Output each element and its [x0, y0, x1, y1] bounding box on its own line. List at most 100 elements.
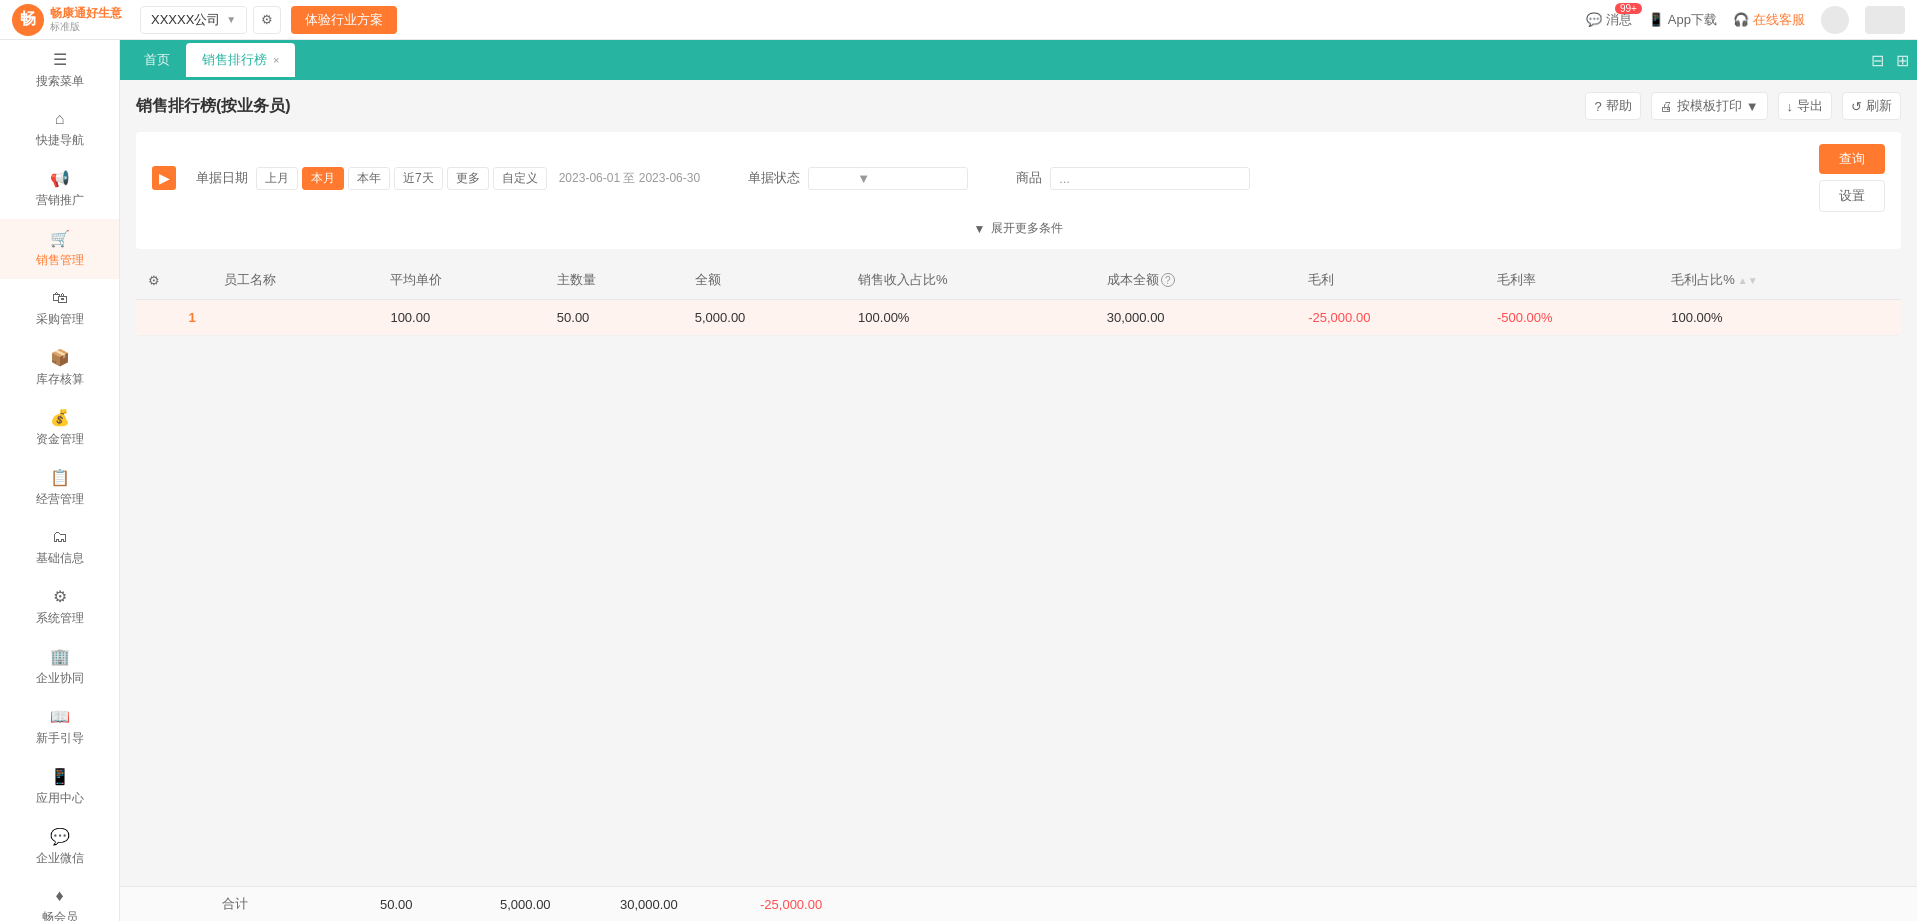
sidebar-label-marketing: 营销推广 — [36, 192, 84, 209]
app-download-button[interactable]: 📱 App下载 — [1648, 11, 1717, 29]
tab-expand-icon[interactable]: ⊞ — [1896, 51, 1909, 70]
top-right-actions: 💬 消息 99+ 📱 App下载 🎧 在线客服 — [1586, 6, 1905, 34]
date-range: 2023-06-01 至 2023-06-30 — [559, 170, 700, 187]
sidebar-item-sales[interactable]: 🛒 销售管理 — [0, 219, 119, 279]
company-selector[interactable]: XXXXX公司 ▼ — [140, 6, 247, 34]
settings-icon[interactable]: ⚙ — [253, 6, 281, 34]
sidebar-icon-purchase: 🛍 — [52, 289, 68, 307]
message-button[interactable]: 💬 消息 99+ — [1586, 11, 1632, 29]
table-settings-button[interactable]: 设置 — [1819, 180, 1885, 212]
row-amount: 5,000.00 — [683, 300, 846, 336]
sidebar-label-purchase: 采购管理 — [36, 311, 84, 328]
sidebar-label-member: 畅会员 — [42, 909, 78, 921]
help-button[interactable]: ? 帮助 — [1585, 92, 1640, 120]
page-content: 销售排行榜(按业务员) ? 帮助 🖨 按模板打印 ▼ ↓ — [120, 80, 1917, 886]
date-btn-更多[interactable]: 更多 — [447, 167, 489, 190]
date-btn-本月[interactable]: 本月 — [302, 167, 344, 190]
tab-bar: 首页 销售排行榜 × ⊟ ⊞ — [120, 40, 1917, 80]
query-button[interactable]: 查询 — [1819, 144, 1885, 174]
filter-row: ▶ 单据日期 上月本月本年近7天更多自定义 2023-06-01 至 2023-… — [152, 144, 1885, 212]
sidebar-icon-app-center: 📱 — [50, 767, 70, 786]
mobile-icon: 📱 — [1648, 12, 1664, 27]
gross-pct-sort-icon[interactable]: ▲▼ — [1738, 275, 1758, 286]
status-select[interactable]: ▼ — [808, 167, 968, 190]
tab-close-icon[interactable]: × — [273, 54, 279, 66]
company-name: XXXXX公司 — [151, 11, 220, 29]
refresh-icon: ↺ — [1851, 99, 1862, 114]
export-label: 导出 — [1797, 97, 1823, 115]
print-template-button[interactable]: 🖨 按模板打印 ▼ — [1651, 92, 1768, 120]
date-btn-本年[interactable]: 本年 — [348, 167, 390, 190]
sidebar-item-search-order[interactable]: ☰搜索菜单 — [0, 40, 119, 100]
row-gross-pct: 100.00% — [1659, 300, 1901, 336]
tab-label: 销售排行榜 — [202, 51, 267, 69]
sidebar-label-operations: 经营管理 — [36, 491, 84, 508]
col-avg-price: 平均单价 — [378, 261, 544, 300]
page-title: 销售排行榜(按业务员) — [136, 96, 291, 117]
tab-sales-ranking[interactable]: 销售排行榜 × — [186, 43, 295, 77]
sidebar-item-purchase[interactable]: 🛍 采购管理 — [0, 279, 119, 338]
sidebar-item-finance[interactable]: 💰 资金管理 — [0, 398, 119, 458]
table-row: 1 100.00 50.00 5,000.00 100.00% 30,000.0… — [136, 300, 1901, 336]
online-service-button[interactable]: 🎧 在线客服 — [1733, 11, 1805, 29]
sidebar-icon-enterprise: 🏢 — [50, 647, 70, 666]
sidebar-label-app-center: 应用中心 — [36, 790, 84, 807]
row-qty: 50.00 — [545, 300, 683, 336]
date-buttons: 上月本月本年近7天更多自定义 — [256, 167, 547, 190]
col-settings[interactable]: ⚙ — [136, 261, 172, 300]
footer-cost: 30,000.00 — [608, 897, 748, 912]
col-name: 员工名称 — [212, 261, 378, 300]
filter-expand-arrow[interactable]: ▶ — [152, 166, 176, 190]
col-gross-pct: 毛利占比%▲▼ — [1659, 261, 1901, 300]
trial-button[interactable]: 体验行业方案 — [291, 6, 397, 34]
status-chevron-icon: ▼ — [857, 171, 870, 186]
sidebar-item-member[interactable]: ♦畅会员 — [0, 877, 119, 921]
refresh-label: 刷新 — [1866, 97, 1892, 115]
sidebar-item-quick-nav[interactable]: ⌂快捷导航 — [0, 100, 119, 159]
export-button[interactable]: ↓ 导出 — [1778, 92, 1833, 120]
col-qty: 主数量 — [545, 261, 683, 300]
sidebar-label-finance: 资金管理 — [36, 431, 84, 448]
footer-gross: -25,000.00 — [748, 897, 834, 912]
expand-more-button[interactable]: ▼ 展开更多条件 — [152, 220, 1885, 237]
sidebar-item-basic-info[interactable]: 🗂基础信息 — [0, 518, 119, 577]
row-avg-price: 100.00 — [378, 300, 544, 336]
header-actions: ? 帮助 🖨 按模板打印 ▼ ↓ 导出 ↺ — [1585, 92, 1901, 120]
sidebar-item-app-center[interactable]: 📱 应用中心 — [0, 757, 119, 817]
sidebar-item-wechat[interactable]: 💬企业微信 — [0, 817, 119, 877]
sidebar-item-operations[interactable]: 📋经营管理 — [0, 458, 119, 518]
sidebar-item-enterprise[interactable]: 🏢企业协同 — [0, 637, 119, 697]
page-header: 销售排行榜(按业务员) ? 帮助 🖨 按模板打印 ▼ ↓ — [136, 92, 1901, 120]
sidebar-icon-guide: 📖 — [50, 707, 70, 726]
table-footer: 合计 50.00 5,000.00 30,000.00 -25,000.00 — [120, 886, 1917, 921]
col-sales-pct: 销售收入占比% — [846, 261, 1095, 300]
date-btn-近7天[interactable]: 近7天 — [394, 167, 443, 190]
sidebar-icon-marketing: 📢 — [50, 169, 70, 188]
export-icon: ↓ — [1787, 99, 1794, 114]
col-cost: 成本全额? — [1095, 261, 1296, 300]
col-amount: 全额 — [683, 261, 846, 300]
sidebar-icon-finance: 💰 — [50, 408, 70, 427]
sidebar-label-inventory: 库存核算 — [36, 371, 84, 388]
tab-home[interactable]: 首页 — [128, 43, 186, 77]
sidebar-item-guide[interactable]: 📖 新手引导 — [0, 697, 119, 757]
sidebar-label-guide: 新手引导 — [36, 730, 84, 747]
sidebar-item-marketing[interactable]: 📢 营销推广 — [0, 159, 119, 219]
sidebar-label-system: 系统管理 — [36, 610, 84, 627]
date-btn-上月[interactable]: 上月 — [256, 167, 298, 190]
headset-icon: 🎧 — [1733, 12, 1749, 27]
footer-total-label: 合计 — [222, 895, 368, 913]
tab-minimize-icon[interactable]: ⊟ — [1871, 51, 1884, 70]
refresh-button[interactable]: ↺ 刷新 — [1842, 92, 1901, 120]
sidebar-icon-sales: 🛒 — [50, 229, 70, 248]
sidebar-item-system[interactable]: ⚙系统管理 — [0, 577, 119, 637]
sidebar-item-inventory[interactable]: 📦库存核算 — [0, 338, 119, 398]
chevron-down-icon: ▼ — [226, 14, 236, 25]
row-gross: -25,000.00 — [1296, 300, 1485, 336]
user-avatar[interactable] — [1821, 6, 1849, 34]
goods-input[interactable]: ... — [1050, 167, 1250, 190]
cost-info-icon[interactable]: ? — [1161, 273, 1175, 287]
sidebar-label-sales: 销售管理 — [36, 252, 84, 269]
date-btn-自定义[interactable]: 自定义 — [493, 167, 547, 190]
user-name[interactable] — [1865, 6, 1905, 34]
